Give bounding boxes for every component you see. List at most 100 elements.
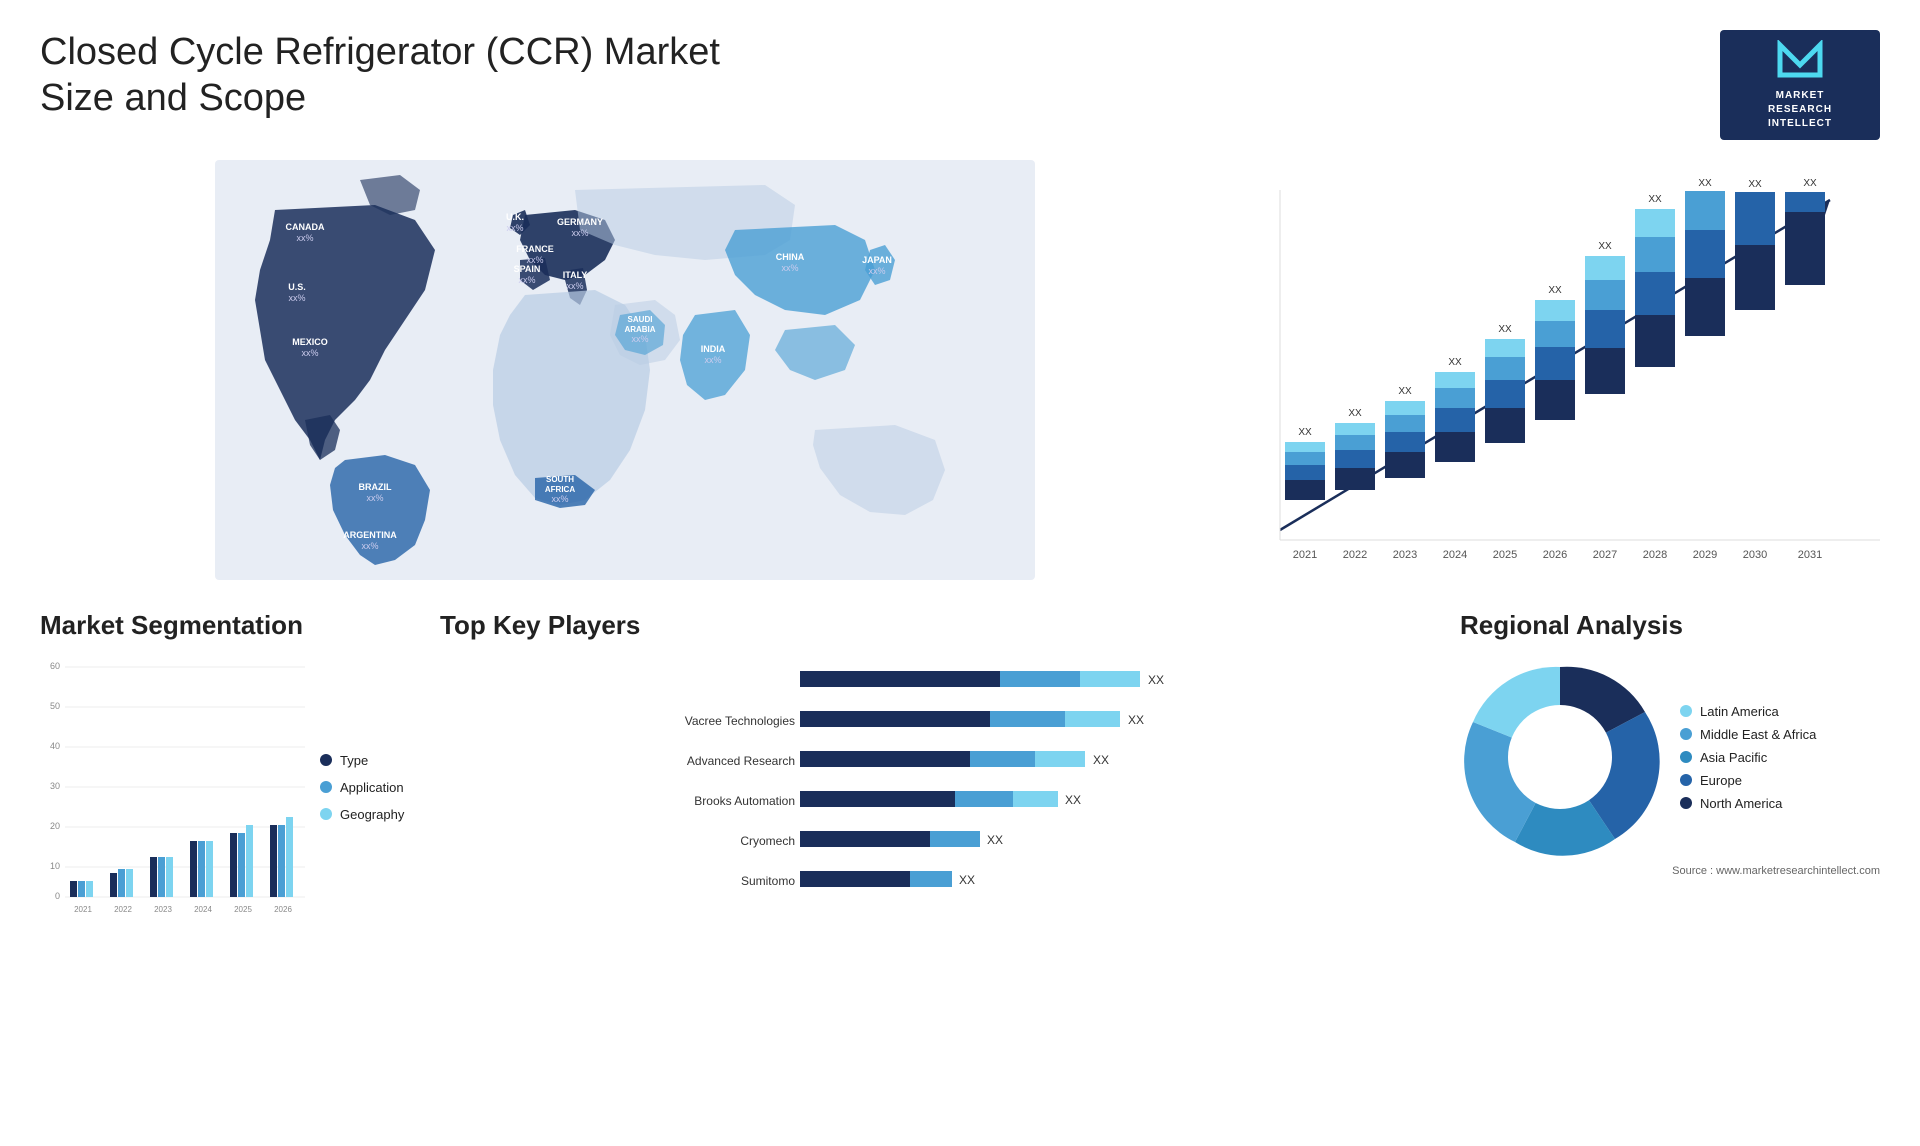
svg-text:XX: XX <box>1148 673 1164 687</box>
svg-text:ARGENTINA: ARGENTINA <box>343 530 397 540</box>
svg-text:2028: 2028 <box>1643 549 1667 561</box>
legend-europe-dot <box>1680 774 1692 786</box>
bar-chart-section: XX 2021 XX 2022 XX 2023 XX 2024 <box>1230 160 1880 580</box>
svg-text:xx%: xx% <box>361 541 378 551</box>
segmentation-title: Market Segmentation <box>40 610 420 641</box>
svg-text:CANADA: CANADA <box>286 222 325 232</box>
svg-text:2023: 2023 <box>1393 549 1417 561</box>
svg-text:XX: XX <box>959 873 975 887</box>
svg-text:XX: XX <box>1598 241 1612 252</box>
svg-text:XX: XX <box>1448 357 1462 368</box>
legend-middle-east-label: Middle East & Africa <box>1700 727 1816 742</box>
top-row: CANADA xx% U.S. xx% MEXICO xx% BRAZIL xx… <box>40 160 1880 580</box>
svg-text:XX: XX <box>1348 408 1362 419</box>
key-players-chart: XX Vacree Technologies XX Advanced Resea… <box>440 657 1440 927</box>
logo-letter <box>1775 40 1825 85</box>
svg-text:30: 30 <box>50 781 60 791</box>
svg-text:20: 20 <box>50 821 60 831</box>
legend-europe: Europe <box>1680 773 1816 788</box>
page-title: Closed Cycle Refrigerator (CCR) Market S… <box>40 30 790 121</box>
regional-title: Regional Analysis <box>1460 610 1880 641</box>
svg-text:2021: 2021 <box>74 905 92 914</box>
legend-asia-pacific-label: Asia Pacific <box>1700 750 1767 765</box>
svg-text:Cryomech: Cryomech <box>740 834 795 848</box>
svg-text:2026: 2026 <box>1543 549 1567 561</box>
legend-middle-east: Middle East & Africa <box>1680 727 1816 742</box>
key-players-title: Top Key Players <box>440 610 1440 641</box>
donut-chart <box>1460 657 1660 857</box>
bottom-row: Market Segmentation 60 50 40 30 20 10 0 <box>40 610 1880 930</box>
legend-application-label: Application <box>340 780 404 795</box>
legend-geography-label: Geography <box>340 807 404 822</box>
svg-text:XX: XX <box>1298 427 1312 438</box>
legend-application: Application <box>320 780 404 795</box>
svg-text:Brooks Automation: Brooks Automation <box>694 794 795 808</box>
svg-text:xx%: xx% <box>301 348 318 358</box>
svg-text:xx%: xx% <box>566 281 583 291</box>
svg-text:2022: 2022 <box>114 905 132 914</box>
svg-text:xx%: xx% <box>506 223 523 233</box>
svg-text:xx%: xx% <box>296 233 313 243</box>
source-text: Source : www.marketresearchintellect.com <box>1460 865 1880 877</box>
svg-text:XX: XX <box>1548 285 1562 296</box>
svg-text:0: 0 <box>55 891 60 901</box>
svg-text:BRAZIL: BRAZIL <box>359 482 392 492</box>
legend-latin-america-dot <box>1680 705 1692 717</box>
svg-text:SOUTH: SOUTH <box>546 475 574 484</box>
svg-text:XX: XX <box>987 833 1003 847</box>
legend-north-america-label: North America <box>1700 796 1782 811</box>
svg-text:2021: 2021 <box>1293 549 1317 561</box>
svg-text:2023: 2023 <box>154 905 172 914</box>
svg-text:XX: XX <box>1803 178 1817 189</box>
svg-text:xx%: xx% <box>551 494 568 504</box>
header: Closed Cycle Refrigerator (CCR) Market S… <box>40 30 1880 140</box>
regional-legend: Latin America Middle East & Africa Asia … <box>1680 704 1816 811</box>
legend-middle-east-dot <box>1680 728 1692 740</box>
svg-text:MEXICO: MEXICO <box>292 337 328 347</box>
map-svg: CANADA xx% U.S. xx% MEXICO xx% BRAZIL xx… <box>40 160 1210 580</box>
svg-text:ITALY: ITALY <box>563 270 588 280</box>
svg-text:XX: XX <box>1093 753 1109 767</box>
svg-text:Vacree Technologies: Vacree Technologies <box>685 714 795 728</box>
svg-text:2026: 2026 <box>274 905 292 914</box>
svg-text:GERMANY: GERMANY <box>557 217 603 227</box>
svg-text:CHINA: CHINA <box>776 252 805 262</box>
svg-text:xx%: xx% <box>366 493 383 503</box>
svg-text:AFRICA: AFRICA <box>545 485 575 494</box>
svg-text:2027: 2027 <box>1593 549 1617 561</box>
svg-text:SAUDI: SAUDI <box>628 315 653 324</box>
svg-text:INDIA: INDIA <box>701 344 726 354</box>
legend-type: Type <box>320 753 404 768</box>
svg-text:60: 60 <box>50 661 60 671</box>
map-section: CANADA xx% U.S. xx% MEXICO xx% BRAZIL xx… <box>40 160 1210 580</box>
svg-text:Sumitomo: Sumitomo <box>741 874 795 888</box>
legend-geography: Geography <box>320 807 404 822</box>
svg-text:XX: XX <box>1065 793 1081 807</box>
svg-text:40: 40 <box>50 741 60 751</box>
legend-type-label: Type <box>340 753 368 768</box>
legend-asia-pacific-dot <box>1680 751 1692 763</box>
svg-text:XX: XX <box>1698 178 1712 189</box>
svg-text:xx%: xx% <box>571 228 588 238</box>
legend-latin-america: Latin America <box>1680 704 1816 719</box>
svg-text:xx%: xx% <box>781 263 798 273</box>
svg-text:SPAIN: SPAIN <box>514 264 541 274</box>
svg-text:10: 10 <box>50 861 60 871</box>
svg-text:2024: 2024 <box>1443 549 1467 561</box>
svg-text:2030: 2030 <box>1743 549 1767 561</box>
svg-text:2024: 2024 <box>194 905 212 914</box>
legend-asia-pacific: Asia Pacific <box>1680 750 1816 765</box>
svg-text:2029: 2029 <box>1693 549 1717 561</box>
svg-text:XX: XX <box>1498 324 1512 335</box>
svg-text:50: 50 <box>50 701 60 711</box>
legend-europe-label: Europe <box>1700 773 1742 788</box>
segmentation-section: Market Segmentation 60 50 40 30 20 10 0 <box>40 610 420 930</box>
svg-text:FRANCE: FRANCE <box>516 244 554 254</box>
svg-text:XX: XX <box>1648 194 1662 205</box>
growth-bar-chart: XX 2021 XX 2022 XX 2023 XX 2024 <box>1230 160 1880 580</box>
svg-text:xx%: xx% <box>868 266 885 276</box>
world-map: CANADA xx% U.S. xx% MEXICO xx% BRAZIL xx… <box>40 160 1210 580</box>
svg-text:XX: XX <box>1128 713 1144 727</box>
svg-text:U.S.: U.S. <box>288 282 306 292</box>
segmentation-chart: 60 50 40 30 20 10 0 <box>40 657 310 917</box>
